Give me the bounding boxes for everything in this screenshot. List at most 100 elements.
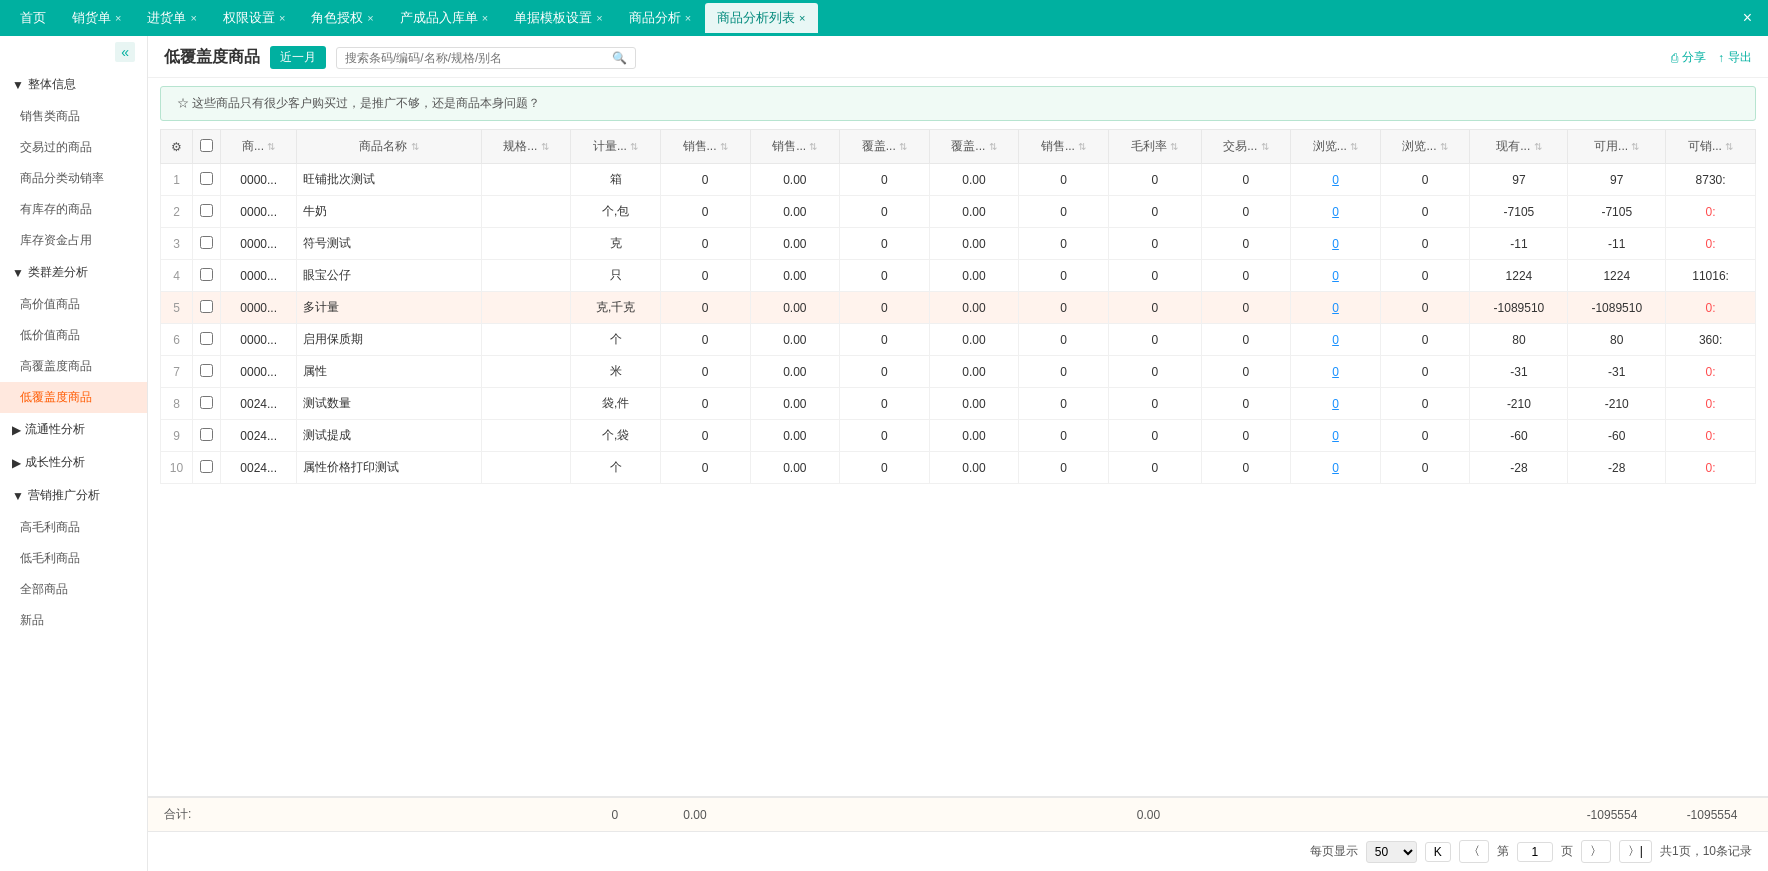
per-page-select[interactable]: 50 10 20 100 (1366, 841, 1417, 863)
col-sales-amt-header[interactable]: 销售... ⇅ (750, 130, 840, 164)
sidebar-item-sales-goods[interactable]: 销售类商品 (0, 101, 147, 132)
row-checkbox-9[interactable] (193, 420, 221, 452)
nav-sales-order[interactable]: 销货单 × (60, 3, 133, 33)
nav-home[interactable]: 首页 (8, 3, 58, 33)
sidebar-section-cluster[interactable]: ▼ 类群差分析 (0, 256, 147, 289)
row-checkbox-10[interactable] (193, 452, 221, 484)
sidebar-item-all-goods[interactable]: 全部商品 (0, 574, 147, 605)
sidebar-section-marketing[interactable]: ▼ 营销推广分析 (0, 479, 147, 512)
row-name-5: 多计量 (297, 292, 481, 324)
row-checkbox-5[interactable] (193, 292, 221, 324)
row-checkbox-8[interactable] (193, 388, 221, 420)
share-button[interactable]: ⎙ 分享 (1671, 49, 1706, 66)
sidebar-item-low-margin[interactable]: 低毛利商品 (0, 543, 147, 574)
liquidity-expand-icon: ▶ (12, 423, 21, 437)
row-checkbox-6[interactable] (193, 324, 221, 356)
sidebar-item-new-goods[interactable]: 新品 (0, 605, 147, 636)
col-name-header[interactable]: 商品名称 ⇅ (297, 130, 481, 164)
sidebar-section-growth[interactable]: ▶ 成长性分析 (0, 446, 147, 479)
row-views1-4[interactable]: 0 (1291, 260, 1381, 292)
filter-recent-month-button[interactable]: 近一月 (270, 46, 326, 69)
sidebar-item-high-value[interactable]: 高价值商品 (0, 289, 147, 320)
row-num-10: 10 (161, 452, 193, 484)
row-views1-3[interactable]: 0 (1291, 228, 1381, 260)
row-checkbox-7[interactable] (193, 356, 221, 388)
nav-analysis-list-close[interactable]: × (799, 12, 805, 24)
first-page-button[interactable]: K (1425, 842, 1451, 862)
row-sales-amt-3: 0.00 (750, 228, 840, 260)
row-spec-3 (481, 228, 571, 260)
sidebar-item-category-sales-rate[interactable]: 商品分类动销率 (0, 163, 147, 194)
row-checkbox-2[interactable] (193, 196, 221, 228)
last-page-button[interactable]: 〉| (1619, 840, 1652, 863)
col-sales-qty-header[interactable]: 销售... ⇅ (660, 130, 750, 164)
next-page-button[interactable]: 〉 (1581, 840, 1611, 863)
search-icon[interactable]: 🔍 (612, 51, 627, 65)
window-close-button[interactable]: × (1735, 5, 1760, 31)
sidebar-section-liquidity[interactable]: ▶ 流通性分析 (0, 413, 147, 446)
col-cover1-header[interactable]: 覆盖... ⇅ (840, 130, 930, 164)
row-spec-4 (481, 260, 571, 292)
nav-analysis-close[interactable]: × (685, 12, 691, 24)
row-views1-8[interactable]: 0 (1291, 388, 1381, 420)
nav-purchase-order[interactable]: 进货单 × (135, 3, 208, 33)
data-table-container: ⚙ 商... ⇅ 商品名称 ⇅ 规格... ⇅ 计量... ⇅ 销售... ⇅ … (148, 129, 1768, 796)
nav-template[interactable]: 单据模板设置 × (502, 3, 614, 33)
col-saleable-header[interactable]: 可销... ⇅ (1666, 130, 1756, 164)
sidebar-item-stocked-goods[interactable]: 有库存的商品 (0, 194, 147, 225)
row-checkbox-1[interactable] (193, 164, 221, 196)
sidebar-item-high-margin[interactable]: 高毛利商品 (0, 512, 147, 543)
table-body: 1 0000... 旺铺批次测试 箱 0 0.00 0 0.00 0 0 0 0… (161, 164, 1756, 484)
data-table: ⚙ 商... ⇅ 商品名称 ⇅ 规格... ⇅ 计量... ⇅ 销售... ⇅ … (160, 129, 1756, 484)
nav-analysis-list[interactable]: 商品分析列表 × (705, 3, 817, 33)
col-available-stock-header[interactable]: 可用... ⇅ (1568, 130, 1666, 164)
row-sales-other-6: 0 (1019, 324, 1109, 356)
row-checkbox-3[interactable] (193, 228, 221, 260)
sidebar-item-high-coverage[interactable]: 高覆盖度商品 (0, 351, 147, 382)
col-code-header[interactable]: 商... ⇅ (221, 130, 297, 164)
sidebar-section-overall[interactable]: ▼ 整体信息 (0, 68, 147, 101)
nav-permissions-close[interactable]: × (279, 12, 285, 24)
nav-permissions[interactable]: 权限设置 × (211, 3, 297, 33)
select-all-checkbox[interactable] (200, 139, 213, 152)
row-views1-10[interactable]: 0 (1291, 452, 1381, 484)
sidebar-item-low-value[interactable]: 低价值商品 (0, 320, 147, 351)
row-views1-9[interactable]: 0 (1291, 420, 1381, 452)
col-spec-header[interactable]: 规格... ⇅ (481, 130, 571, 164)
col-gross-margin-header[interactable]: 毛利率 ⇅ (1108, 130, 1201, 164)
nav-warehouse-close[interactable]: × (482, 12, 488, 24)
nav-sales-close[interactable]: × (115, 12, 121, 24)
search-input[interactable] (345, 51, 608, 65)
growth-expand-icon: ▶ (12, 456, 21, 470)
nav-product-analysis[interactable]: 商品分析 × (617, 3, 703, 33)
col-views2-header[interactable]: 浏览... ⇅ (1380, 130, 1470, 164)
sidebar-item-stock-capital[interactable]: 库存资金占用 (0, 225, 147, 256)
nav-template-close[interactable]: × (596, 12, 602, 24)
page-number-input[interactable] (1517, 842, 1553, 862)
sidebar-item-low-coverage[interactable]: 低覆盖度商品 (0, 382, 147, 413)
row-views1-1[interactable]: 0 (1291, 164, 1381, 196)
col-current-stock-header[interactable]: 现有... ⇅ (1470, 130, 1568, 164)
col-unit-header[interactable]: 计量... ⇅ (571, 130, 661, 164)
col-views1-header[interactable]: 浏览... ⇅ (1291, 130, 1381, 164)
row-checkbox-4[interactable] (193, 260, 221, 292)
sidebar-collapse-button[interactable]: « (115, 42, 135, 62)
nav-role-auth[interactable]: 角色授权 × (299, 3, 385, 33)
row-views1-6[interactable]: 0 (1291, 324, 1381, 356)
col-cover2-header[interactable]: 覆盖... ⇅ (929, 130, 1019, 164)
row-views1-2[interactable]: 0 (1291, 196, 1381, 228)
row-views1-5[interactable]: 0 (1291, 292, 1381, 324)
nav-purchase-close[interactable]: × (190, 12, 196, 24)
sidebar-item-traded-goods[interactable]: 交易过的商品 (0, 132, 147, 163)
col-transactions-header[interactable]: 交易... ⇅ (1201, 130, 1291, 164)
col-settings[interactable]: ⚙ (161, 130, 193, 164)
col-checkbox[interactable] (193, 130, 221, 164)
nav-warehouse[interactable]: 产成品入库单 × (388, 3, 500, 33)
prev-page-button[interactable]: 〈 (1459, 840, 1489, 863)
nav-role-close[interactable]: × (367, 12, 373, 24)
sidebar-section-cluster-items: 高价值商品 低价值商品 高覆盖度商品 低覆盖度商品 (0, 289, 147, 413)
row-cover2-1: 0.00 (929, 164, 1019, 196)
row-views1-7[interactable]: 0 (1291, 356, 1381, 388)
export-button[interactable]: ↑ 导出 (1718, 49, 1752, 66)
col-sales-other-header[interactable]: 销售... ⇅ (1019, 130, 1109, 164)
